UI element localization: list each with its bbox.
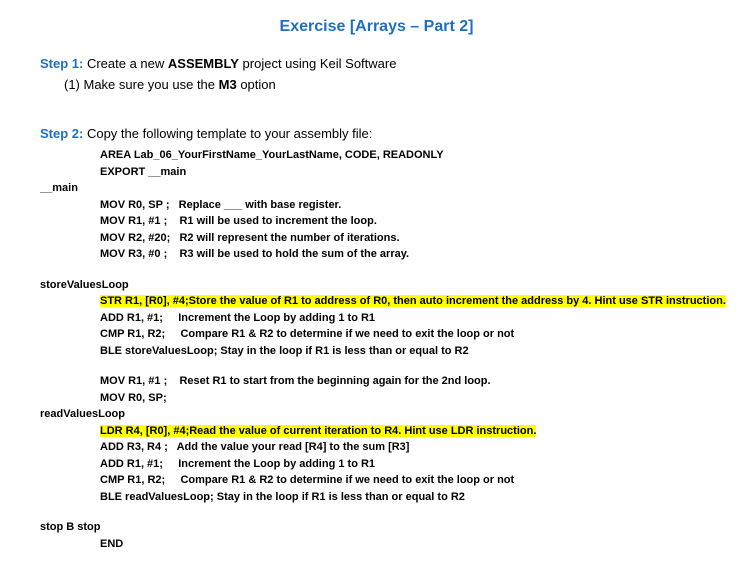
code-line: ADD R1, #1; Increment the Loop by adding…: [40, 456, 713, 473]
code-label-main: __main: [40, 180, 713, 197]
code-line: ADD R1, #1; Increment the Loop by adding…: [40, 310, 713, 327]
code-line: MOV R1, #1 ; Reset R1 to start from the …: [40, 373, 713, 390]
highlighted-text: STR R1, [R0], #4;Store the value of R1 t…: [100, 295, 726, 307]
code-line: MOV R0, SP ; Replace ___ with base regis…: [40, 197, 713, 214]
code-line-highlight: LDR R4, [R0], #4;Read the value of curre…: [40, 423, 713, 440]
highlighted-text: LDR R4, [R0], #4;Read the value of curre…: [100, 425, 536, 437]
code-line: MOV R2, #20; R2 will represent the numbe…: [40, 230, 713, 247]
code-line: MOV R1, #1 ; R1 will be used to incremen…: [40, 213, 713, 230]
code-line: EXPORT __main: [40, 164, 713, 181]
step1-label: Step 1:: [40, 56, 83, 71]
code-label-read: readValuesLoop: [40, 406, 713, 423]
step1-subline: (1) Make sure you use the M3 option: [64, 77, 713, 92]
code-line: BLE storeValuesLoop; Stay in the loop if…: [40, 343, 713, 360]
step1-sub-prefix: (1) Make sure you use the: [64, 77, 219, 92]
code-line-highlight: STR R1, [R0], #4;Store the value of R1 t…: [40, 293, 713, 310]
code-line: MOV R0, SP;: [40, 390, 713, 407]
step1-line: Step 1: Create a new ASSEMBLY project us…: [40, 56, 713, 71]
step2-text: Copy the following template to your asse…: [83, 126, 372, 141]
code-line: CMP R1, R2; Compare R1 & R2 to determine…: [40, 472, 713, 489]
code-line: BLE readValuesLoop; Stay in the loop if …: [40, 489, 713, 506]
code-label-stop: stop B stop: [40, 519, 713, 536]
step1-sub-bold: M3: [219, 77, 237, 92]
code-line: AREA Lab_06_YourFirstName_YourLastName, …: [40, 147, 713, 164]
code-line: CMP R1, R2; Compare R1 & R2 to determine…: [40, 326, 713, 343]
page-title: Exercise [Arrays – Part 2]: [40, 18, 713, 36]
step1-sub-suffix: option: [237, 77, 276, 92]
code-line: ADD R3, R4 ; Add the value your read [R4…: [40, 439, 713, 456]
step1-text-before: Create a new: [83, 56, 168, 71]
step1-bold: ASSEMBLY: [168, 56, 239, 71]
step1-text-after: project using Keil Software: [239, 56, 397, 71]
code-block: AREA Lab_06_YourFirstName_YourLastName, …: [40, 147, 713, 552]
code-line: END: [40, 536, 713, 553]
code-line: MOV R3, #0 ; R3 will be used to hold the…: [40, 246, 713, 263]
step2-label: Step 2:: [40, 126, 83, 141]
code-label-store: storeValuesLoop: [40, 277, 713, 294]
step2-line: Step 2: Copy the following template to y…: [40, 126, 713, 141]
